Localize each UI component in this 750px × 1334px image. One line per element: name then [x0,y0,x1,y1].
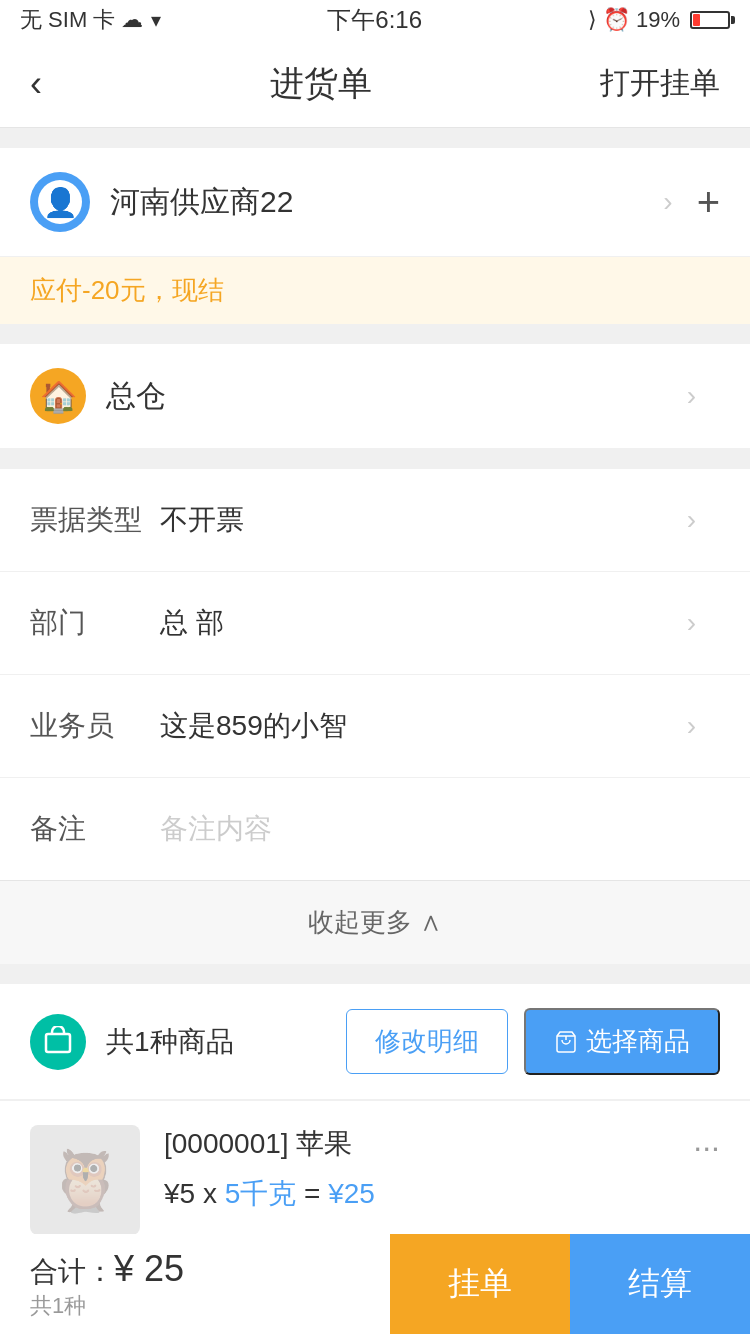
form-row-dept[interactable]: 部门 总 部 › [0,571,750,674]
bottom-total: 合计：¥ 25 [30,1248,360,1291]
supplier-name: 河南供应商22 [110,182,663,223]
hang-button[interactable]: 挂单 [390,1234,570,1334]
bottom-count: 共1种 [30,1291,360,1321]
product-price: ¥5 x 5千克 = ¥25 [164,1175,693,1213]
status-time: 下午6:16 [327,4,422,36]
add-button[interactable]: + [697,180,720,225]
dept-label: 部门 [30,604,160,642]
select-product-button[interactable]: 选择商品 [524,1008,720,1075]
warehouse-icon: 🏠 [30,368,86,424]
status-bar: 无 SIM 卡 ☁ ▾ 下午6:16 ⟩ ⏰ 19% [0,0,750,40]
select-product-label: 选择商品 [586,1024,690,1059]
ticket-label: 票据类型 [30,501,160,539]
warehouse-row[interactable]: 🏠 总仓 › [0,344,750,448]
product-placeholder-icon: 🦉 [48,1145,123,1216]
cart-icon [554,1030,578,1054]
back-button[interactable]: ‹ [30,63,42,105]
warehouse-icon-symbol: 🏠 [40,379,77,414]
supplier-section: 👤 河南供应商22 › + 应付-20元，现结 [0,148,750,324]
battery-percent: 19% [636,7,680,33]
wifi-icon: ▾ [151,8,161,32]
supplier-chevron-icon: › [663,186,672,218]
nav-bar: ‹ 进货单 打开挂单 [0,40,750,128]
product-more-button[interactable]: ··· [693,1125,720,1166]
divider-4 [0,964,750,984]
status-right: ⟩ ⏰ 19% [588,7,730,33]
product-thumbnail: 🦉 [30,1125,140,1235]
supplier-info-banner: 应付-20元，现结 [0,257,750,324]
edit-detail-button[interactable]: 修改明细 [346,1009,508,1074]
supplier-avatar: 👤 [30,172,90,232]
svg-rect-0 [46,1034,70,1052]
remark-label: 备注 [30,810,160,848]
divider-3 [0,448,750,468]
product-total: ¥25 [328,1178,375,1209]
no-sim-label: 无 SIM 卡 ☁ [20,5,143,35]
product-info: [0000001] 苹果 ¥5 x 5千克 = ¥25 [164,1125,693,1213]
product-quantity: 5千克 [225,1178,297,1209]
page-title: 进货单 [270,61,372,107]
dept-chevron-icon: › [687,607,696,639]
warehouse-section: 🏠 总仓 › [0,344,750,448]
warehouse-chevron-icon: › [687,380,696,412]
salesperson-chevron-icon: › [687,710,696,742]
status-left: 无 SIM 卡 ☁ ▾ [20,5,161,35]
total-label: 合计： [30,1256,114,1287]
form-section: 票据类型 不开票 › 部门 总 部 › 业务员 这是859的小智 › 备注 备注… [0,468,750,880]
products-header: 共1种商品 修改明细 选择商品 [0,984,750,1099]
product-name: [0000001] 苹果 [164,1125,693,1163]
avatar-icon: 👤 [38,180,82,224]
divider-1 [0,128,750,148]
salesperson-value: 这是859的小智 [160,707,687,745]
battery-icon [690,11,730,29]
open-hang-button[interactable]: 打开挂单 [600,63,720,104]
products-count: 共1种商品 [106,1023,346,1061]
salesperson-label: 业务员 [30,707,160,745]
form-row-remark[interactable]: 备注 备注内容 [0,777,750,880]
bottom-bar: 合计：¥ 25 共1种 挂单 结算 [0,1234,750,1334]
ticket-chevron-icon: › [687,504,696,536]
divider-2 [0,324,750,344]
form-row-salesperson[interactable]: 业务员 这是859的小智 › [0,674,750,777]
bottom-summary: 合计：¥ 25 共1种 [0,1234,390,1334]
checkout-button[interactable]: 结算 [570,1234,750,1334]
form-row-ticket[interactable]: 票据类型 不开票 › [0,468,750,571]
products-icon [30,1014,86,1070]
collapse-bar[interactable]: 收起更多 ∧ [0,880,750,964]
total-amount: ¥ 25 [114,1248,184,1289]
dept-value: 总 部 [160,604,687,642]
remark-input[interactable]: 备注内容 [160,810,720,848]
warehouse-name: 总仓 [106,376,687,417]
supplier-row[interactable]: 👤 河南供应商22 › + [0,148,750,257]
location-icon: ⟩ [588,7,597,33]
alarm-icon: ⏰ [603,7,630,33]
ticket-value: 不开票 [160,501,687,539]
